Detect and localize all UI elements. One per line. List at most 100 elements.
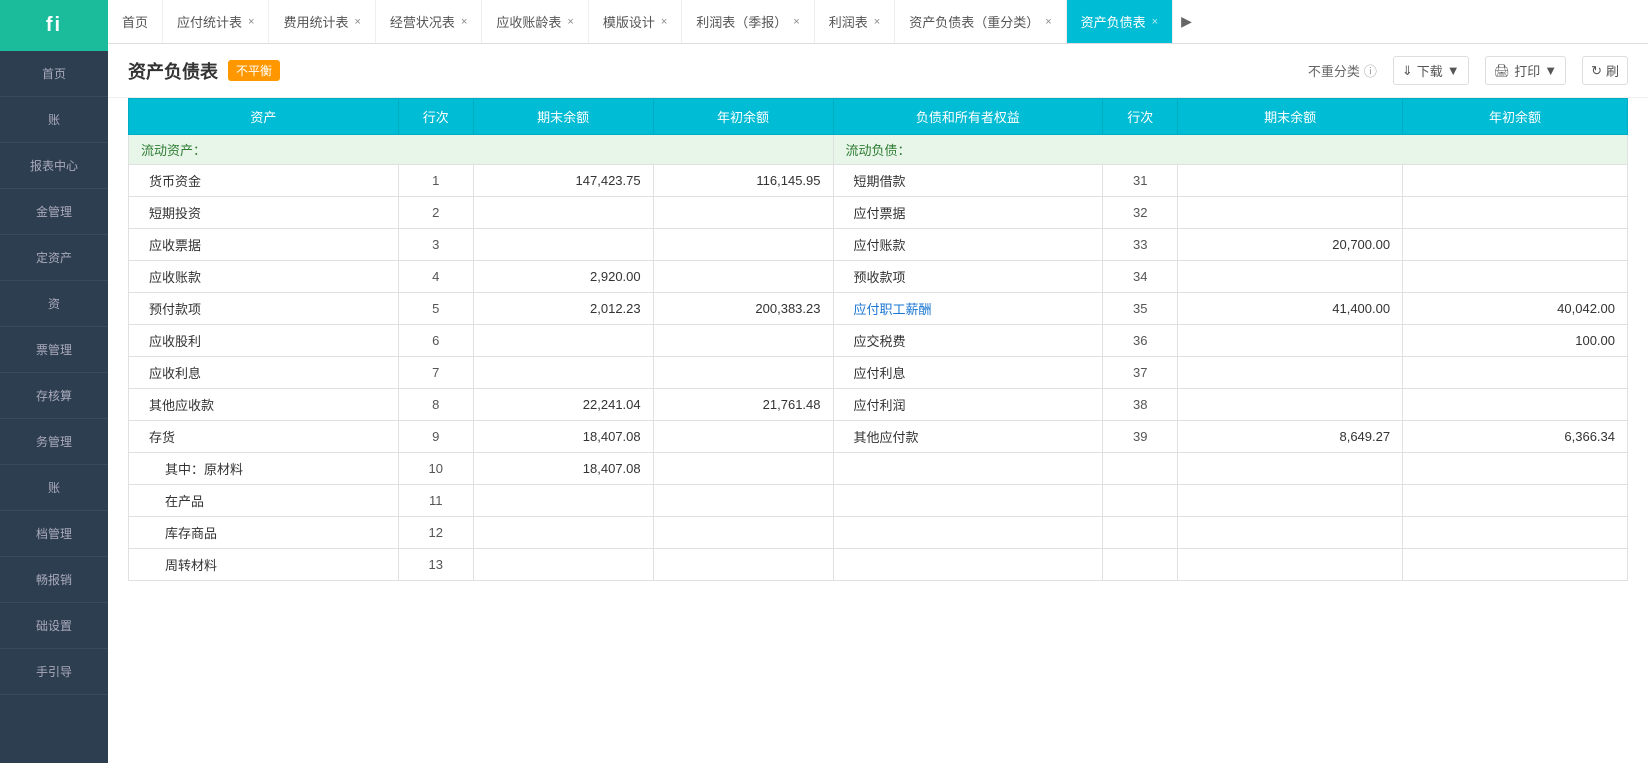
tab-balance-sheet[interactable]: 资产负债表 ×	[1067, 0, 1173, 43]
sidebar-item-home[interactable]: 首页	[0, 51, 108, 97]
sidebar-item-guide[interactable]: 手引导	[0, 649, 108, 695]
left-begin-balance	[653, 261, 833, 293]
left-row-num: 5	[398, 293, 473, 325]
section-label-right: 流动负债：	[833, 135, 1628, 165]
close-icon[interactable]: ×	[461, 16, 467, 28]
sidebar-item-inventory[interactable]: 存核算	[0, 373, 108, 419]
unbalanced-badge: 不平衡	[228, 60, 280, 81]
tab-payable-stats[interactable]: 应付统计表 ×	[163, 0, 269, 43]
no-reclassify-option[interactable]: 不重分类 ⓘ	[1308, 61, 1377, 80]
tab-receivable-aging[interactable]: 应收账龄表 ×	[482, 0, 588, 43]
left-end-balance	[473, 517, 653, 549]
sidebar-item-fund[interactable]: 金管理	[0, 189, 108, 235]
left-end-balance	[473, 549, 653, 581]
left-begin-balance	[653, 485, 833, 517]
left-end-balance	[473, 197, 653, 229]
right-end-balance	[1178, 165, 1403, 197]
right-item-name: 预收款项	[833, 261, 1103, 293]
left-item-name: 应收账款	[129, 261, 399, 293]
left-begin-balance	[653, 517, 833, 549]
right-begin-balance	[1403, 517, 1628, 549]
right-item-name	[833, 517, 1103, 549]
sidebar-item-expense[interactable]: 畅报销	[0, 557, 108, 603]
tab-expense-stats[interactable]: 费用统计表 ×	[269, 0, 375, 43]
close-icon[interactable]: ×	[567, 16, 573, 28]
left-end-balance: 22,241.04	[473, 389, 653, 421]
close-icon[interactable]: ×	[354, 16, 360, 28]
right-row-num	[1103, 453, 1178, 485]
right-begin-balance	[1403, 197, 1628, 229]
left-begin-balance	[653, 421, 833, 453]
sidebar-item-settings[interactable]: 础设置	[0, 603, 108, 649]
sidebar-item-ticket[interactable]: 票管理	[0, 327, 108, 373]
tab-bar: 首页 应付统计表 × 费用统计表 × 经营状况表 × 应收账龄表 × 模版设计 …	[108, 0, 1648, 44]
refresh-button[interactable]: ↻ 刷	[1582, 56, 1628, 85]
sidebar-item-archive[interactable]: 档管理	[0, 511, 108, 557]
main-area: 首页 应付统计表 × 费用统计表 × 经营状况表 × 应收账龄表 × 模版设计 …	[108, 0, 1648, 763]
right-end-balance	[1178, 453, 1403, 485]
left-item-name: 应收股利	[129, 325, 399, 357]
left-end-balance: 2,012.23	[473, 293, 653, 325]
left-item-name: 短期投资	[129, 197, 399, 229]
left-begin-balance: 200,383.23	[653, 293, 833, 325]
right-item-name: 应付账款	[833, 229, 1103, 261]
sidebar-item-affairs[interactable]: 务管理	[0, 419, 108, 465]
right-end-balance	[1178, 197, 1403, 229]
content-area: 资产负债表 不平衡 不重分类 ⓘ ⇓ 下载 ▼ 🖨 打印 ▼	[108, 44, 1648, 763]
tab-home[interactable]: 首页	[108, 0, 163, 43]
left-begin-balance	[653, 229, 833, 261]
left-item-name: 其中：原材料	[129, 453, 399, 485]
close-icon[interactable]: ×	[248, 16, 254, 28]
col-header-assets: 资产	[129, 99, 399, 135]
tab-business-status[interactable]: 经营状况表 ×	[376, 0, 482, 43]
right-begin-balance	[1403, 229, 1628, 261]
left-item-name: 在产品	[129, 485, 399, 517]
sidebar-item-account[interactable]: 账	[0, 97, 108, 143]
close-icon[interactable]: ×	[661, 16, 667, 28]
table-row: 预付款项 5 2,012.23 200,383.23 应付职工薪酬 35 41,…	[129, 293, 1628, 325]
sidebar-item-fixed-assets[interactable]: 定资产	[0, 235, 108, 281]
print-button[interactable]: 🖨 打印 ▼	[1485, 56, 1566, 85]
right-begin-balance	[1403, 549, 1628, 581]
left-row-num: 6	[398, 325, 473, 357]
header-actions: 不重分类 ⓘ ⇓ 下载 ▼ 🖨 打印 ▼ ↻ 刷	[1308, 56, 1628, 85]
tab-profit[interactable]: 利润表 ×	[815, 0, 895, 43]
balance-sheet-table: 资产 行次 期末余额 年初余额 负债和所有者权益 行次 期末余额 年初余额 流动…	[128, 98, 1628, 581]
left-item-name: 其他应收款	[129, 389, 399, 421]
tab-scroll-arrow[interactable]: ▶	[1173, 0, 1200, 43]
chevron-down-icon: ▼	[1447, 63, 1460, 78]
right-row-num: 32	[1103, 197, 1178, 229]
right-row-num	[1103, 517, 1178, 549]
right-begin-balance	[1403, 165, 1628, 197]
right-name-link[interactable]: 应付职工薪酬	[854, 302, 932, 317]
sidebar-item-capital[interactable]: 资	[0, 281, 108, 327]
close-icon[interactable]: ×	[1045, 16, 1051, 28]
col-header-begin-balance-left: 年初余额	[653, 99, 833, 135]
sidebar-item-report-center[interactable]: 报表中心	[0, 143, 108, 189]
right-begin-balance: 40,042.00	[1403, 293, 1628, 325]
close-icon[interactable]: ×	[1152, 16, 1158, 28]
right-item-name: 其他应付款	[833, 421, 1103, 453]
page-title: 资产负债表	[128, 58, 218, 84]
close-icon[interactable]: ×	[793, 16, 799, 28]
tab-balance-reclassify[interactable]: 资产负债表（重分类） ×	[895, 0, 1066, 43]
left-item-name: 库存商品	[129, 517, 399, 549]
balance-sheet-table-wrap: 资产 行次 期末余额 年初余额 负债和所有者权益 行次 期末余额 年初余额 流动…	[108, 98, 1648, 601]
right-begin-balance	[1403, 485, 1628, 517]
sidebar-item-ledger[interactable]: 账	[0, 465, 108, 511]
left-item-name: 应收利息	[129, 357, 399, 389]
download-button[interactable]: ⇓ 下载 ▼	[1393, 56, 1469, 85]
tab-template-design[interactable]: 模版设计 ×	[589, 0, 682, 43]
right-end-balance	[1178, 261, 1403, 293]
right-row-num	[1103, 549, 1178, 581]
right-begin-balance	[1403, 453, 1628, 485]
tab-profit-quarterly[interactable]: 利润表（季报） ×	[682, 0, 814, 43]
table-row: 应收股利 6 应交税费 36 100.00	[129, 325, 1628, 357]
close-icon[interactable]: ×	[874, 16, 880, 28]
right-begin-balance: 100.00	[1403, 325, 1628, 357]
left-row-num: 1	[398, 165, 473, 197]
right-row-num	[1103, 485, 1178, 517]
table-row: 应收利息 7 应付利息 37	[129, 357, 1628, 389]
left-row-num: 10	[398, 453, 473, 485]
table-section-header: 流动资产： 流动负债：	[129, 135, 1628, 165]
